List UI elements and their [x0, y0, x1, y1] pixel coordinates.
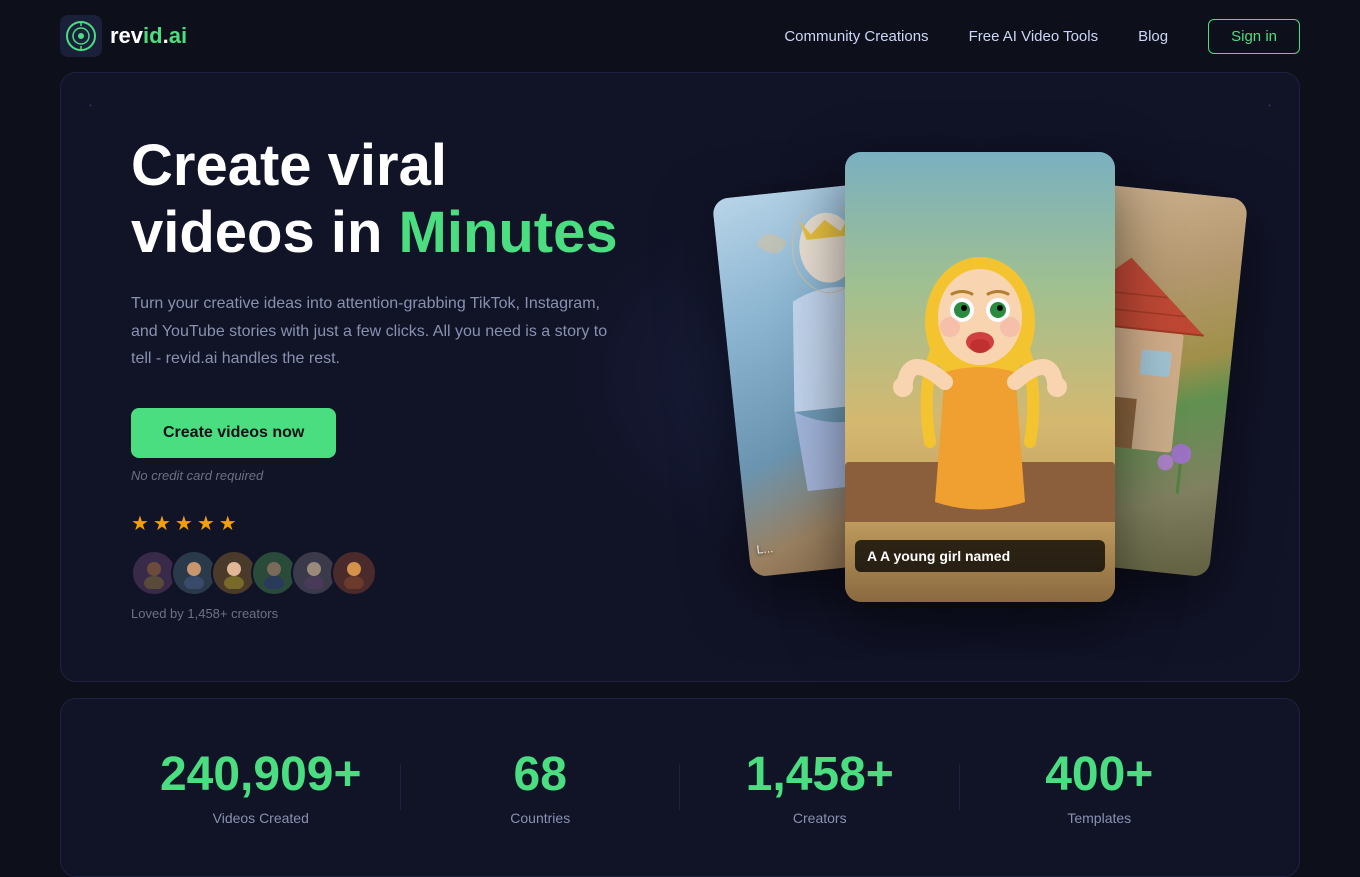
navbar: revid.ai Community Creations Free AI Vid…	[0, 0, 1360, 72]
hero-content: Create viral videos in Minutes Turn your…	[131, 133, 691, 621]
stat-creators-number: 1,458+	[680, 749, 960, 802]
no-card-text: No credit card required	[131, 468, 691, 483]
stat-videos-number: 240,909+	[121, 749, 401, 802]
logo-icon	[60, 15, 102, 57]
stat-countries: 68 Countries	[401, 749, 681, 826]
hero-section: Create viral videos in Minutes Turn your…	[60, 72, 1300, 682]
avatar-group	[131, 550, 691, 596]
subtitle-text-a: A	[867, 548, 880, 564]
star-3: ★	[175, 511, 193, 536]
nav-community-creations[interactable]: Community Creations	[784, 28, 928, 45]
stat-templates: 400+ Templates	[960, 749, 1240, 826]
create-videos-button[interactable]: Create videos now	[131, 408, 336, 458]
star-rating: ★ ★ ★ ★ ★	[131, 511, 691, 536]
avatar-face-4	[258, 557, 290, 589]
avatar-face-5	[298, 557, 330, 589]
nav-free-ai-video-tools[interactable]: Free AI Video Tools	[969, 28, 1099, 45]
center-card-subtitle: A A young girl named	[855, 540, 1105, 572]
stat-videos-created: 240,909+ Videos Created	[121, 749, 401, 826]
stat-creators: 1,458+ Creators	[680, 749, 960, 826]
stat-templates-label: Templates	[960, 810, 1240, 826]
hero-title: Create viral videos in Minutes	[131, 133, 691, 266]
stat-videos-label: Videos Created	[121, 810, 401, 826]
avatar-6	[331, 550, 377, 596]
star-1: ★	[131, 511, 149, 536]
stat-templates-number: 400+	[960, 749, 1240, 802]
stat-countries-number: 68	[401, 749, 681, 802]
cartoon-girl-illustration	[890, 242, 1070, 542]
nav-links: Community Creations Free AI Video Tools …	[784, 19, 1300, 54]
sign-in-button[interactable]: Sign in	[1208, 19, 1300, 54]
stat-creators-label: Creators	[680, 810, 960, 826]
logo[interactable]: revid.ai	[60, 15, 187, 57]
stats-section: 240,909+ Videos Created 68 Countries 1,4…	[60, 698, 1300, 877]
avatar-face-1	[138, 557, 170, 589]
avatar-face-3	[218, 557, 250, 589]
hero-visuals: L...	[731, 137, 1229, 617]
hero-description: Turn your creative ideas into attention-…	[131, 290, 611, 372]
avatar-face-6	[338, 557, 370, 589]
star-4: ★	[197, 511, 215, 536]
avatar-face-2	[178, 557, 210, 589]
nav-blog[interactable]: Blog	[1138, 28, 1168, 45]
stat-countries-label: Countries	[401, 810, 681, 826]
star-5: ★	[219, 511, 237, 536]
loved-by-text: Loved by 1,458+ creators	[131, 606, 691, 621]
subtitle-text-young: A young girl named	[880, 548, 1010, 564]
star-2: ★	[153, 511, 171, 536]
video-card-center: A A young girl named	[845, 152, 1115, 602]
